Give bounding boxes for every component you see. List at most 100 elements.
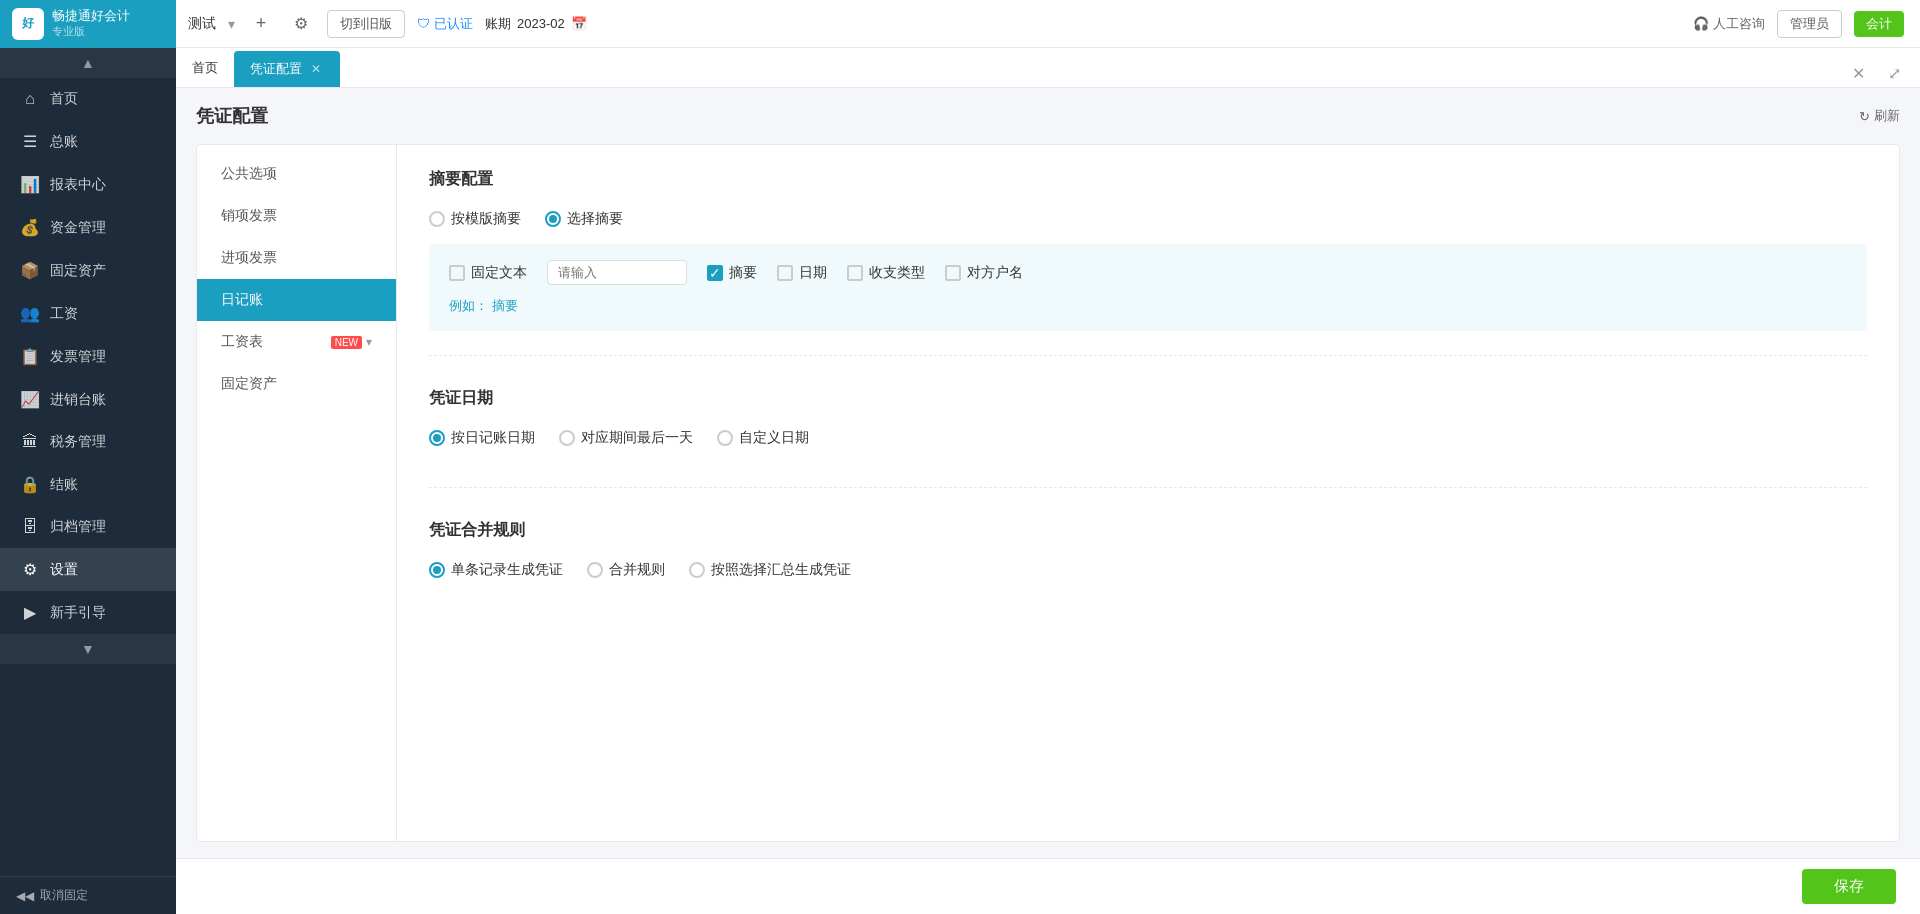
nav-item-public[interactable]: 公共选项: [197, 153, 396, 195]
checkbox-fixed-text[interactable]: 固定文本: [449, 264, 527, 282]
checkbox-pay-type[interactable]: 收支类型: [847, 264, 925, 282]
top-header: 好 畅捷通好会计 专业版 测试 ▾ + ⚙ 切到旧版 🛡 已认证 账期 2023…: [0, 0, 1920, 48]
checkbox-counterpart-box: [945, 265, 961, 281]
nav-item-fixed-asset[interactable]: 固定资产: [197, 363, 396, 405]
sidebar-item-checkout[interactable]: 🔒 结账: [0, 463, 176, 506]
guide-icon: ▶: [20, 603, 40, 622]
tab-voucher-label: 凭证配置: [250, 60, 302, 78]
sidebar-item-salary[interactable]: 👥 工资: [0, 292, 176, 335]
radio-single[interactable]: 单条记录生成凭证: [429, 561, 563, 579]
radio-select-merge-circle: [689, 562, 705, 578]
shield-icon: 🛡: [417, 16, 430, 31]
summary-section: 摘要配置 按模版摘要 选择摘要: [429, 169, 1867, 356]
merge-title: 凭证合并规则: [429, 520, 1867, 541]
add-button[interactable]: +: [247, 10, 275, 38]
tax-icon: 🏛: [20, 433, 40, 451]
radio-period-last[interactable]: 对应期间最后一天: [559, 429, 693, 447]
sidebar-item-home[interactable]: ⌂ 首页: [0, 78, 176, 120]
sidebar-item-label: 总账: [50, 133, 78, 151]
calendar-icon[interactable]: 📅: [571, 16, 587, 31]
radio-custom-date[interactable]: 自定义日期: [717, 429, 809, 447]
main-layout: ▲ ⌂ 首页 ☰ 总账 📊 报表中心 💰 资金管理 📦 固定资产 👥 工资 📋 …: [0, 48, 1920, 914]
sidebar-item-capital[interactable]: 💰 资金管理: [0, 206, 176, 249]
sidebar-item-ledger[interactable]: ☰ 总账: [0, 120, 176, 163]
consult-button[interactable]: 🎧 人工咨询: [1693, 15, 1765, 33]
app-logo: 好 畅捷通好会计 专业版: [0, 0, 176, 48]
refresh-button[interactable]: ↻ 刷新: [1859, 107, 1900, 125]
radio-diary-date[interactable]: 按日记账日期: [429, 429, 535, 447]
sidebar-item-guide[interactable]: ▶ 新手引导: [0, 591, 176, 634]
save-button[interactable]: 保存: [1802, 869, 1896, 904]
sidebar-item-label: 资金管理: [50, 219, 106, 237]
checkbox-date-box: [777, 265, 793, 281]
sidebar-item-archive[interactable]: 🗄 归档管理: [0, 506, 176, 548]
asset-icon: 📦: [20, 261, 40, 280]
sidebar-item-label: 税务管理: [50, 433, 106, 451]
radio-select-merge[interactable]: 按照选择汇总生成凭证: [689, 561, 851, 579]
tab-bar-actions: ✕ ⤢: [1844, 59, 1920, 87]
certified-status: 🛡 已认证: [417, 15, 473, 33]
refresh-icon: ↻: [1859, 109, 1870, 124]
radio-merge-rule-circle: [587, 562, 603, 578]
radio-period-last-circle: [559, 430, 575, 446]
tab-voucher-config[interactable]: 凭证配置 ✕: [234, 51, 340, 87]
right-content: 摘要配置 按模版摘要 选择摘要: [397, 145, 1899, 841]
sidebar-item-label: 首页: [50, 90, 78, 108]
sidebar-item-label: 固定资产: [50, 262, 106, 280]
invoice-icon: 📋: [20, 347, 40, 366]
page-title-bar: 凭证配置 ↻ 刷新: [196, 104, 1900, 128]
logo-icon: 好: [12, 8, 44, 40]
nav-item-purchase[interactable]: 进项发票: [197, 237, 396, 279]
settings-gear-icon[interactable]: ⚙: [287, 10, 315, 38]
sidebar-item-report[interactable]: 📊 报表中心: [0, 163, 176, 206]
sidebar-item-label: 工资: [50, 305, 78, 323]
tab-home-label: 首页: [192, 59, 218, 77]
merge-section: 凭证合并规则 单条记录生成凭证 合并规则: [429, 520, 1867, 619]
checkbox-counterpart[interactable]: 对方户名: [945, 264, 1023, 282]
scroll-up-button[interactable]: ▲: [0, 48, 176, 78]
capital-icon: 💰: [20, 218, 40, 237]
radio-select-circle: [545, 211, 561, 227]
sidebar-item-settings[interactable]: ⚙ 设置: [0, 548, 176, 591]
radio-select[interactable]: 选择摘要: [545, 210, 623, 228]
chevron-down-icon[interactable]: ▾: [228, 16, 235, 32]
settings-icon: ⚙: [20, 560, 40, 579]
date-radio-group: 按日记账日期 对应期间最后一天 自定义日期: [429, 429, 1867, 447]
content-area: 首页 凭证配置 ✕ ✕ ⤢ 凭证配置 ↻ 刷新: [176, 48, 1920, 914]
nav-item-diary[interactable]: 日记账: [197, 279, 396, 321]
sidebar: ▲ ⌂ 首页 ☰ 总账 📊 报表中心 💰 资金管理 📦 固定资产 👥 工资 📋 …: [0, 48, 176, 914]
nav-item-payroll[interactable]: 工资表 NEW ▾: [197, 321, 396, 363]
radio-template[interactable]: 按模版摘要: [429, 210, 521, 228]
scroll-down-button[interactable]: ▼: [0, 634, 176, 664]
sidebar-item-label: 进销台账: [50, 391, 106, 409]
checkbox-summary[interactable]: ✓ 摘要: [707, 264, 757, 282]
switch-old-version-button[interactable]: 切到旧版: [327, 10, 405, 38]
radio-diary-date-circle: [429, 430, 445, 446]
accountant-button[interactable]: 会计: [1854, 11, 1904, 37]
new-badge: NEW: [331, 336, 362, 349]
cancel-fixed-button[interactable]: ◀◀ 取消固定: [0, 876, 176, 914]
sidebar-item-invoice[interactable]: 📋 发票管理: [0, 335, 176, 378]
close-tab-button[interactable]: ✕: [1844, 59, 1872, 87]
sidebar-item-trade[interactable]: 📈 进销台账: [0, 378, 176, 421]
close-icon[interactable]: ✕: [308, 61, 324, 77]
sidebar-item-tax[interactable]: 🏛 税务管理: [0, 421, 176, 463]
nav-item-sales[interactable]: 销项发票: [197, 195, 396, 237]
summary-config-box: 固定文本 ✓ 摘要 日期: [429, 244, 1867, 331]
chevron-icon: ▾: [366, 335, 372, 349]
date-title: 凭证日期: [429, 388, 1867, 409]
manager-button[interactable]: 管理员: [1777, 10, 1842, 38]
radio-template-circle: [429, 211, 445, 227]
sidebar-item-label: 新手引导: [50, 604, 106, 622]
checkout-icon: 🔒: [20, 475, 40, 494]
fixed-text-input[interactable]: [547, 260, 687, 285]
save-btn-bar: 保存: [176, 858, 1920, 914]
page-title: 凭证配置: [196, 104, 268, 128]
expand-button[interactable]: ⤢: [1880, 59, 1908, 87]
tab-home[interactable]: 首页: [176, 51, 234, 87]
radio-merge-rule[interactable]: 合并规则: [587, 561, 665, 579]
sidebar-item-label: 结账: [50, 476, 78, 494]
sidebar-item-asset[interactable]: 📦 固定资产: [0, 249, 176, 292]
archive-icon: 🗄: [20, 518, 40, 536]
checkbox-date[interactable]: 日期: [777, 264, 827, 282]
